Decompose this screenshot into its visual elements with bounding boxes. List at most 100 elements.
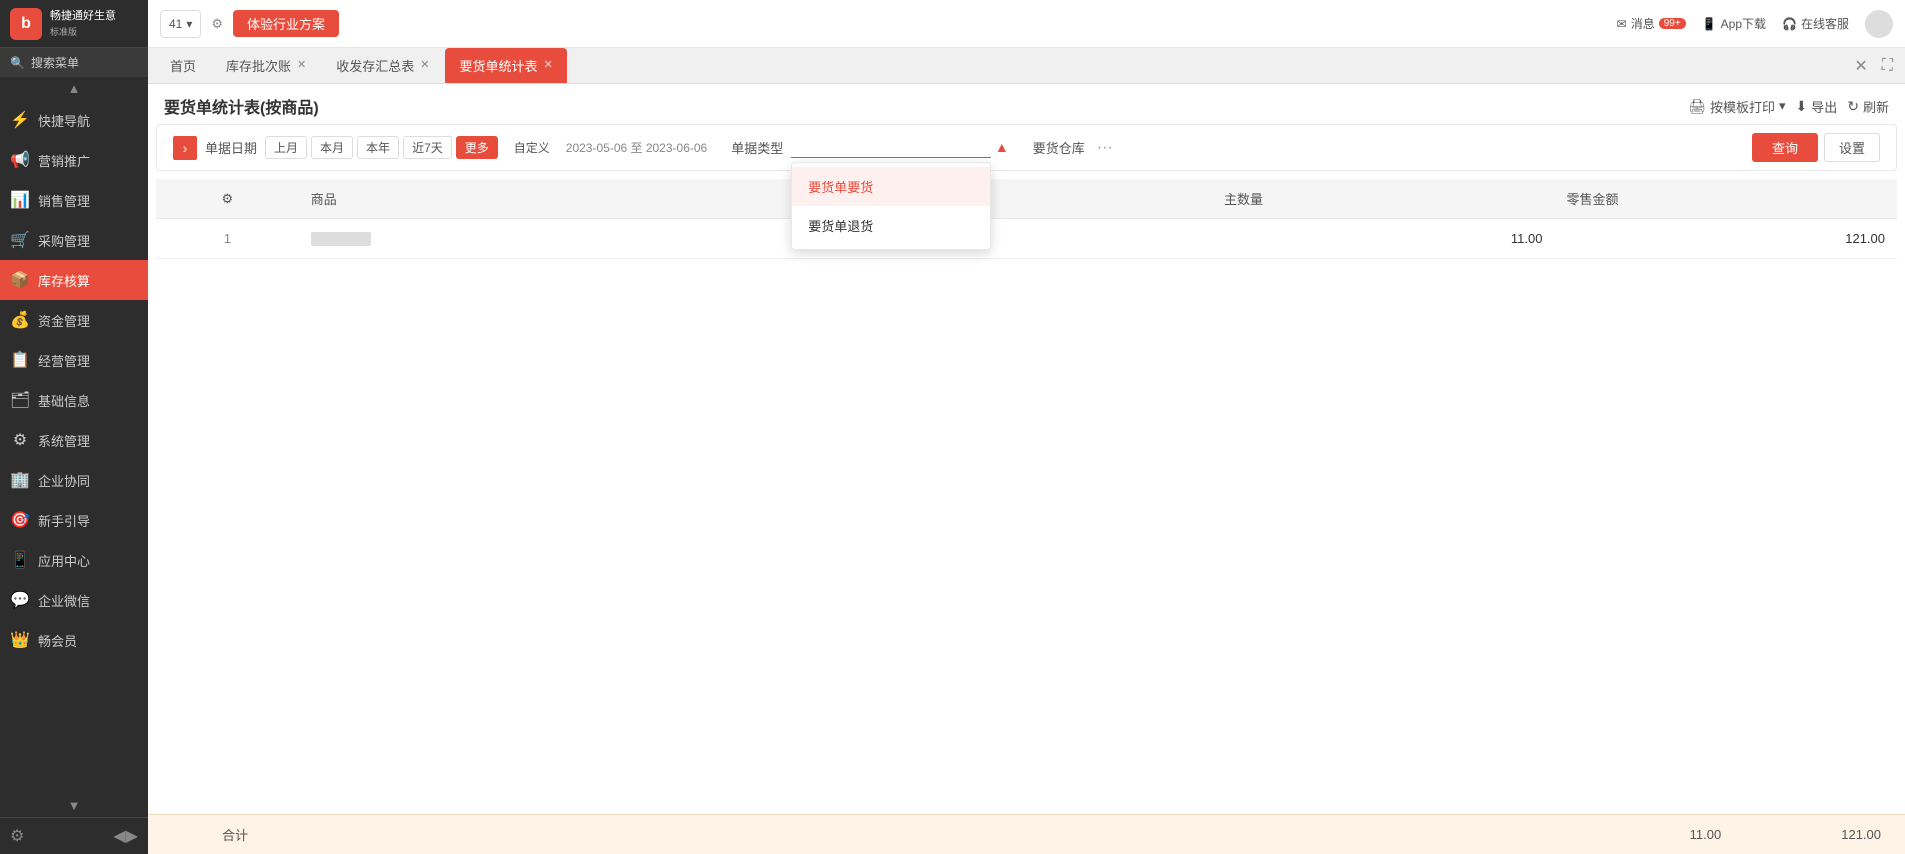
date-this-month-btn[interactable]: 本月 (311, 136, 353, 159)
date-last-7days-btn[interactable]: 近7天 (403, 136, 452, 159)
sidebar-logo: b 畅捷通好生意 标准版 (0, 0, 148, 48)
sidebar-scroll-up[interactable]: ▲ (0, 77, 148, 100)
sidebar-scroll-down[interactable]: ▼ (0, 794, 148, 817)
date-this-year-btn[interactable]: 本年 (357, 136, 399, 159)
settings-icon[interactable]: ⚙ (10, 826, 24, 846)
date-label: 单据日期 (205, 138, 257, 157)
filter-settings-btn[interactable]: 设置 (1824, 133, 1880, 162)
topbar-right: ✉ 消息 99+ 📱 App下载 🎧 在线客服 (1617, 10, 1893, 38)
avatar[interactable] (1865, 10, 1893, 38)
table-settings-icon[interactable]: ⚙ (222, 191, 234, 206)
phone-icon: 📱 (1702, 17, 1717, 31)
row-goods (299, 219, 870, 259)
sidebar-item-operations[interactable]: 📋 经营管理 (0, 340, 148, 380)
export-btn[interactable]: ⬇ 导出 (1796, 97, 1838, 116)
message-icon: ✉ (1617, 17, 1627, 31)
tab-inventory-batch[interactable]: 库存批次账 ✕ (212, 48, 320, 83)
tabbar-right: ✕ ⛶ (1850, 54, 1897, 78)
col-quantity: 主数量 (1212, 179, 1554, 219)
date-last-month-btn[interactable]: 上月 (265, 136, 307, 159)
tab-order-stats[interactable]: 要货单统计表 ✕ (445, 48, 566, 83)
tab-maximize-icon[interactable]: ⛶ (1878, 55, 1897, 77)
tab-inventory-batch-label: 库存批次账 (226, 56, 291, 75)
warehouse-dots-icon[interactable]: ··· (1097, 139, 1113, 157)
topbar: 41 ▾ ⚙ 体验行业方案 ✉ 消息 99+ 📱 App下载 🎧 在线客服 (148, 0, 1905, 48)
date-more-btn[interactable]: 更多 (456, 136, 498, 159)
sidebar-item-appstore[interactable]: 📱 应用中心 (0, 540, 148, 580)
refresh-btn[interactable]: ↻ 刷新 (1847, 97, 1889, 116)
message-btn[interactable]: ✉ 消息 99+ (1617, 15, 1686, 32)
online-service-label: 在线客服 (1801, 15, 1849, 32)
type-dropdown-container: ▲ 要货单要货 要货单退货 (791, 138, 1008, 158)
sidebar-item-label: 基础信息 (38, 391, 90, 410)
app-download-btn[interactable]: 📱 App下载 (1702, 15, 1766, 32)
footer-amount: 121.00 (1841, 827, 1881, 842)
sidebar-item-sales[interactable]: 📊 销售管理 (0, 180, 148, 220)
type-dropdown-menu: 要货单要货 要货单退货 (791, 162, 991, 250)
tab-close-all-icon[interactable]: ✕ (1850, 54, 1871, 78)
sidebar-item-system[interactable]: ⚙ 系统管理 (0, 420, 148, 460)
sidebar-item-marketing[interactable]: 📢 营销推广 (0, 140, 148, 180)
dropdown-item-request-order[interactable]: 要货单要货 (792, 167, 990, 206)
tab-order-stats-label: 要货单统计表 (459, 56, 537, 75)
sidebar-item-guide[interactable]: 🎯 新手引导 (0, 500, 148, 540)
tab-inventory-batch-close[interactable]: ✕ (297, 60, 306, 71)
tab-order-stats-close[interactable]: ✕ (544, 60, 553, 71)
page-title: 要货单统计表(按商品) (164, 94, 319, 118)
tab-receivable-close[interactable]: ✕ (420, 60, 429, 71)
col-amount: 零售金额 (1554, 179, 1897, 219)
dropdown-item-request-return[interactable]: 要货单退货 (792, 206, 990, 245)
type-label: 单据类型 (731, 138, 783, 157)
sidebar-item-finance[interactable]: 💰 资金管理 (0, 300, 148, 340)
tab-receivable-label: 收发存汇总表 (336, 56, 414, 75)
query-btn[interactable]: 查询 (1752, 133, 1818, 162)
tab-receivable-summary[interactable]: 收发存汇总表 ✕ (322, 48, 443, 83)
sidebar-item-inventory[interactable]: 📦 库存核算 (0, 260, 148, 300)
tab-count-value: 41 (169, 17, 182, 31)
app-edition: 标准版 (50, 25, 116, 38)
date-range-display: 2023-05-06 至 2023-06-06 (566, 139, 707, 156)
sidebar-item-enterprise[interactable]: 🏢 企业协同 (0, 460, 148, 500)
sidebar-item-label: 企业微信 (38, 591, 90, 610)
online-service-btn[interactable]: 🎧 在线客服 (1782, 15, 1849, 32)
collapse-icon[interactable]: ◀▶ (113, 826, 138, 846)
filter-bar: › 单据日期 上月 本月 本年 近7天 更多 自定义 2023-05-06 至 … (156, 124, 1897, 171)
filter-date-buttons: 上月 本月 本年 近7天 更多 (265, 136, 498, 159)
app-download-label: App下载 (1721, 15, 1766, 32)
app-logo-icon: b (10, 8, 42, 40)
tab-count-selector[interactable]: 41 ▾ (160, 10, 201, 38)
date-custom-btn[interactable]: 自定义 (506, 137, 558, 158)
tabbar: 首页 库存批次账 ✕ 收发存汇总表 ✕ 要货单统计表 ✕ ✕ ⛶ (148, 48, 1905, 84)
print-template-btn[interactable]: 🖨 按模板打印 ▾ (1688, 97, 1785, 116)
sidebar-item-wechat[interactable]: 💬 企业微信 (0, 580, 148, 620)
wechat-icon: 💬 (10, 590, 30, 610)
sidebar-item-label: 营销推广 (38, 151, 90, 170)
sidebar-item-base-info[interactable]: 🗂 基础信息 (0, 380, 148, 420)
type-arrow-icon[interactable]: ▲ (995, 139, 1009, 155)
col-goods: 商品 (299, 179, 870, 219)
row-no: 1 (156, 219, 299, 259)
quick-nav-icon: ⚡ (10, 110, 30, 130)
filter-expand-btn[interactable]: › (173, 136, 197, 160)
sidebar-item-label: 畅会员 (38, 631, 77, 650)
sidebar-item-quick-nav[interactable]: ⚡ 快捷导航 (0, 100, 148, 140)
sales-icon: 📊 (10, 190, 30, 210)
type-input[interactable] (791, 138, 991, 158)
page-actions: 🖨 按模板打印 ▾ ⬇ 导出 ↻ 刷新 (1688, 97, 1889, 116)
sidebar-search[interactable]: 🔍 搜索菜单 (0, 48, 148, 77)
tab-home[interactable]: 首页 (156, 48, 210, 83)
industry-btn[interactable]: 体验行业方案 (233, 10, 339, 37)
col-settings[interactable]: ⚙ (156, 179, 299, 219)
operations-icon: 📋 (10, 350, 30, 370)
finance-icon: 💰 (10, 310, 30, 330)
sidebar-item-member[interactable]: 👑 畅会员 (0, 620, 148, 660)
base-info-icon: 🗂 (10, 390, 30, 410)
export-icon: ⬇ (1796, 98, 1808, 115)
topbar-gear-icon[interactable]: ⚙ (211, 16, 223, 32)
sidebar-footer: ⚙ ◀▶ (0, 817, 148, 854)
sidebar-item-label: 快捷导航 (38, 111, 90, 130)
refresh-icon: ↻ (1847, 98, 1859, 115)
sidebar-item-purchase[interactable]: 🛒 采购管理 (0, 220, 148, 260)
purchase-icon: 🛒 (10, 230, 30, 250)
export-label: 导出 (1811, 97, 1837, 116)
